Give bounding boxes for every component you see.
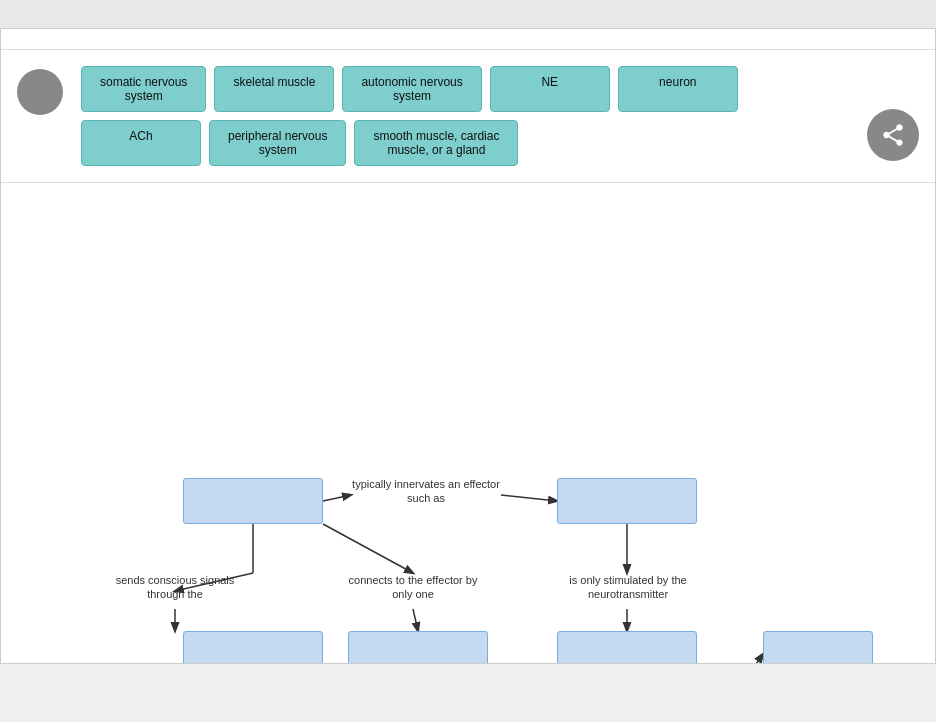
node-n1[interactable] [183, 478, 323, 524]
word-chip-w4[interactable]: NE [490, 66, 610, 112]
label-l4: is only stimulated by the neurotransmitt… [549, 573, 707, 602]
node-n4[interactable] [348, 631, 488, 663]
node-n3[interactable] [183, 631, 323, 663]
label-l3: connects to the effector by only one [339, 573, 487, 602]
word-chip-w8[interactable]: smooth muscle, cardiac muscle, or a glan… [354, 120, 518, 166]
label-l2: sends conscious signals through the [101, 573, 249, 602]
svg-line-6 [413, 609, 418, 631]
node-n2[interactable] [557, 478, 697, 524]
node-n6[interactable] [763, 631, 873, 663]
word-chip-w5[interactable]: neuron [618, 66, 738, 112]
page-title [1, 29, 935, 50]
word-chip-w3[interactable]: autonomic nervous system [342, 66, 481, 112]
close-button[interactable] [17, 69, 63, 115]
node-n5[interactable] [557, 631, 697, 663]
share-button[interactable] [867, 109, 919, 161]
word-chip-w6[interactable]: ACh [81, 120, 201, 166]
word-chip-w7[interactable]: peripheral nervous system [209, 120, 346, 166]
svg-line-23 [701, 654, 763, 663]
label-l1: typically innervates an effector such as [351, 477, 501, 506]
word-chip-w1[interactable]: somatic nervous system [81, 66, 206, 112]
word-bank: somatic nervous systemskeletal muscleaut… [1, 50, 935, 183]
svg-line-0 [323, 495, 351, 501]
svg-line-1 [501, 495, 557, 501]
diagram-area: typically innervates an effector such as… [1, 183, 935, 663]
svg-line-5 [323, 524, 413, 573]
word-chip-w2[interactable]: skeletal muscle [214, 66, 334, 112]
share-icon [880, 122, 906, 148]
